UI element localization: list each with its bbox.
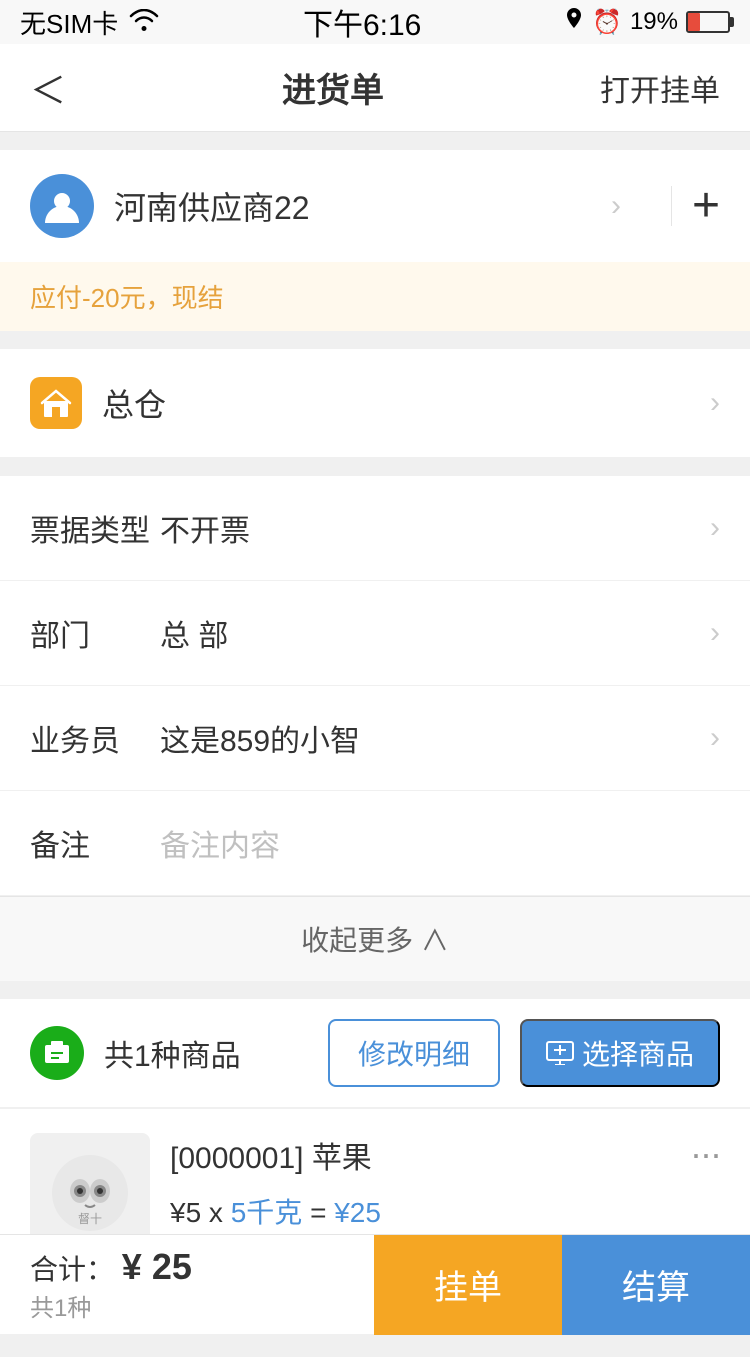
location-icon <box>564 8 584 37</box>
status-left: 无SIM卡 <box>20 4 160 41</box>
invoice-type-row[interactable]: 票据类型 不开票 › <box>0 476 750 581</box>
page-title: 进货单 <box>282 63 384 112</box>
total-amount: ¥ 25 <box>122 1246 192 1287</box>
supplier-avatar <box>30 174 94 238</box>
nav-bar: ＜ 进货单 打开挂单 <box>0 44 750 132</box>
salesperson-label: 业务员 <box>30 716 160 760</box>
carrier-text: 无SIM卡 <box>20 4 118 41</box>
salesperson-chevron-icon: › <box>710 721 720 755</box>
supplier-row[interactable]: 河南供应商22 › + <box>0 150 750 262</box>
supplier-name: 河南供应商22 <box>114 183 611 229</box>
divider-2 <box>0 331 750 349</box>
department-row[interactable]: 部门 总 部 › <box>0 581 750 686</box>
total-row: 合计： ¥ 25 <box>30 1246 344 1288</box>
product-name: [0000001] 苹果 <box>170 1133 670 1177</box>
remark-row[interactable]: 备注 备注内容 <box>0 791 750 896</box>
edit-detail-button[interactable]: 修改明细 <box>328 1019 500 1087</box>
products-count-text: 共1种商品 <box>104 1031 308 1075</box>
vertical-divider <box>671 186 672 226</box>
invoice-type-chevron-icon: › <box>710 511 720 545</box>
select-product-button[interactable]: 选择商品 <box>520 1019 720 1087</box>
remark-input[interactable]: 备注内容 <box>160 821 720 865</box>
remark-label: 备注 <box>30 821 160 865</box>
warehouse-icon-bg <box>30 377 82 429</box>
alarm-icon: ⏰ <box>592 8 622 37</box>
battery-percent: 19% <box>630 8 678 36</box>
warehouse-chevron-icon: › <box>710 386 720 420</box>
open-pending-button[interactable]: 打开挂单 <box>600 66 720 110</box>
back-button[interactable]: ＜ <box>30 62 66 114</box>
department-chevron-icon: › <box>710 616 720 650</box>
total-count: 共1种 <box>30 1288 344 1323</box>
notice-text: 应付-20元，现结 <box>30 283 224 313</box>
add-supplier-button[interactable]: + <box>692 182 720 230</box>
products-header: 共1种商品 修改明细 选择商品 <box>0 999 750 1107</box>
products-icon <box>30 1026 84 1080</box>
warehouse-name: 总仓 <box>102 380 710 426</box>
status-right: ⏰ 19% <box>564 8 730 37</box>
invoice-type-value: 不开票 <box>160 506 700 550</box>
product-price: ¥5 x 5千克 = ¥25 <box>170 1191 670 1231</box>
warehouse-card: 总仓 › <box>0 349 750 458</box>
total-section: 合计： ¥ 25 共1种 <box>0 1246 374 1323</box>
divider-3 <box>0 458 750 476</box>
salesperson-value: 这是859的小智 <box>160 716 700 760</box>
collapse-toggle[interactable]: 收起更多 ∧ <box>0 896 750 981</box>
product-total: ¥25 <box>334 1197 381 1228</box>
product-more-button[interactable]: ··· <box>690 1133 720 1175</box>
form-card: 票据类型 不开票 › 部门 总 部 › 业务员 这是859的小智 › 备注 备注… <box>0 476 750 981</box>
department-value: 总 部 <box>160 611 700 655</box>
status-time: 下午6:16 <box>303 0 421 44</box>
wifi-icon <box>128 7 160 38</box>
warehouse-row[interactable]: 总仓 › <box>0 349 750 458</box>
hang-button[interactable]: 挂单 <box>374 1235 562 1335</box>
battery-icon <box>686 11 730 33</box>
invoice-type-label: 票据类型 <box>30 506 160 550</box>
supplier-chevron-icon: › <box>611 189 621 223</box>
total-label: 合计： <box>30 1254 114 1285</box>
checkout-button[interactable]: 结算 <box>562 1235 750 1335</box>
salesperson-row[interactable]: 业务员 这是859的小智 › <box>0 686 750 791</box>
product-quantity: 5千克 <box>231 1197 303 1228</box>
svg-text:督十: 督十 <box>78 1211 102 1226</box>
department-label: 部门 <box>30 611 160 655</box>
status-bar: 无SIM卡 下午6:16 ⏰ 19% <box>0 0 750 44</box>
supplier-card: 河南供应商22 › + 应付-20元，现结 <box>0 150 750 331</box>
collapse-label: 收起更多 ∧ <box>301 925 449 956</box>
bottom-bar: 合计： ¥ 25 共1种 挂单 结算 <box>0 1234 750 1334</box>
divider-1 <box>0 132 750 150</box>
product-info: [0000001] 苹果 ¥5 x 5千克 = ¥25 <box>170 1133 670 1231</box>
notice-banner: 应付-20元，现结 <box>0 262 750 331</box>
